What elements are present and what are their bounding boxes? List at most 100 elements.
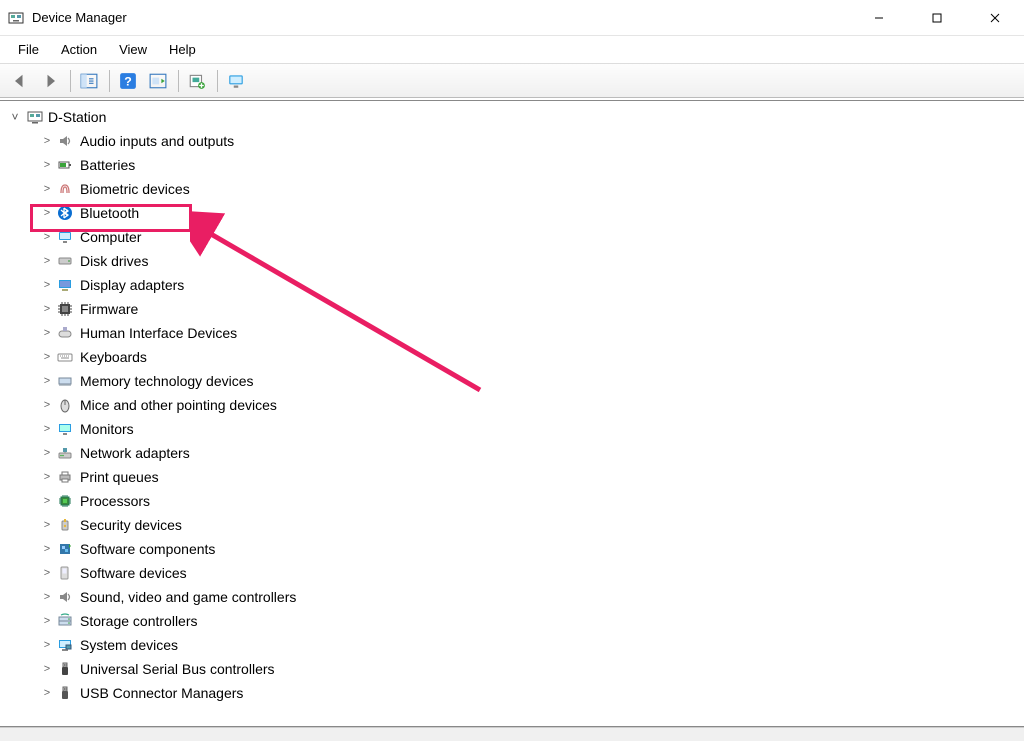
collapse-icon[interactable]: ˅ [8,105,22,129]
tree-category[interactable]: > Monitors [32,417,1024,441]
expand-icon[interactable]: > [40,561,54,585]
expand-icon[interactable]: > [40,609,54,633]
network-icon [56,444,74,462]
tree-category[interactable]: > System devices [32,633,1024,657]
tree-category[interactable]: >Audio inputs and outputs [32,129,1024,153]
bluetooth-icon [56,204,74,222]
tree-category[interactable]: >Universal Serial Bus controllers [32,657,1024,681]
expand-icon[interactable]: > [40,681,54,705]
tree-category[interactable]: >Bluetooth [32,201,1024,225]
tree-category[interactable]: > Biometric devices [32,177,1024,201]
tree-category-label: Print queues [80,465,159,489]
tree-category-label: Sound, video and game controllers [80,585,296,609]
tree-root-label: D-Station [48,105,106,129]
tree-category[interactable]: > Mice and other pointing devices [32,393,1024,417]
action-button[interactable] [144,68,172,94]
tree-category[interactable]: >Processors [32,489,1024,513]
tree-category-label: Keyboards [80,345,147,369]
keyboard-icon [56,348,74,366]
tree-category[interactable]: >Batteries [32,153,1024,177]
expand-icon[interactable]: > [40,225,54,249]
toolbar-separator [217,70,218,92]
tree-category-label: Biometric devices [80,177,190,201]
expand-icon[interactable]: > [40,297,54,321]
computer-root-icon [26,108,44,126]
tree-category[interactable]: >Memory technology devices [32,369,1024,393]
expand-icon[interactable]: > [40,129,54,153]
software-device-icon [56,564,74,582]
expand-icon[interactable]: > [40,249,54,273]
expand-icon[interactable]: > [40,633,54,657]
help-button[interactable]: ? [114,68,142,94]
expand-icon[interactable]: > [40,657,54,681]
scan-hardware-button[interactable] [183,68,211,94]
close-button[interactable] [966,0,1024,35]
device-tree-panel[interactable]: ˅ D-Station >Audio inputs and outputs>Ba… [0,100,1024,727]
computer-icon [56,228,74,246]
tree-category[interactable]: >Display adapters [32,273,1024,297]
display-adapter-icon [56,276,74,294]
minimize-button[interactable] [850,0,908,35]
expand-icon[interactable]: > [40,369,54,393]
security-icon [56,516,74,534]
tree-root[interactable]: ˅ D-Station [8,105,1024,129]
tree-category[interactable]: > Print queues [32,465,1024,489]
tree-category[interactable]: >Storage controllers [32,609,1024,633]
expand-icon[interactable]: > [40,321,54,345]
expand-icon[interactable]: > [40,345,54,369]
toolbar: ? [0,64,1024,98]
printer-icon [56,468,74,486]
expand-icon[interactable]: > [40,273,54,297]
tree-category[interactable]: > Keyboards [32,345,1024,369]
processor-icon [56,492,74,510]
tree-category[interactable]: > Firmware [32,297,1024,321]
tree-category-label: Security devices [80,513,182,537]
expand-icon[interactable]: > [40,489,54,513]
device-tree: ˅ D-Station >Audio inputs and outputs>Ba… [0,101,1024,709]
menu-file[interactable]: File [8,38,49,61]
expand-icon[interactable]: > [40,417,54,441]
maximize-button[interactable] [908,0,966,35]
expand-icon[interactable]: > [40,393,54,417]
sound-icon [56,588,74,606]
devices-and-printers-button[interactable] [222,68,250,94]
menu-help[interactable]: Help [159,38,206,61]
system-icon [56,636,74,654]
storage-icon [56,612,74,630]
tree-category-label: System devices [80,633,178,657]
tree-category[interactable]: > Computer [32,225,1024,249]
show-hide-console-tree-button[interactable] [75,68,103,94]
menu-bar: File Action View Help [0,36,1024,64]
svg-text:?: ? [124,74,132,88]
status-bar [0,727,1024,741]
expand-icon[interactable]: > [40,537,54,561]
mouse-icon [56,396,74,414]
monitor-icon [56,420,74,438]
expand-icon[interactable]: > [40,201,54,225]
tree-category[interactable]: >Disk drives [32,249,1024,273]
tree-category[interactable]: >Software components [32,537,1024,561]
disk-icon [56,252,74,270]
expand-icon[interactable]: > [40,585,54,609]
back-button[interactable] [6,68,34,94]
tree-category-label: Mice and other pointing devices [80,393,277,417]
forward-button[interactable] [36,68,64,94]
speaker-icon [56,132,74,150]
tree-category[interactable]: > Sound, video and game controllers [32,585,1024,609]
tree-category-label: Firmware [80,297,138,321]
expand-icon[interactable]: > [40,513,54,537]
tree-category[interactable]: >USB Connector Managers [32,681,1024,705]
expand-icon[interactable]: > [40,465,54,489]
expand-icon[interactable]: > [40,177,54,201]
tree-category[interactable]: >Human Interface Devices [32,321,1024,345]
tree-category[interactable]: >Software devices [32,561,1024,585]
menu-view[interactable]: View [109,38,157,61]
expand-icon[interactable]: > [40,441,54,465]
menu-action[interactable]: Action [51,38,107,61]
tree-category[interactable]: >Network adapters [32,441,1024,465]
tree-category-label: Computer [80,225,141,249]
tree-category-label: Monitors [80,417,134,441]
tree-category[interactable]: > Security devices [32,513,1024,537]
software-component-icon [56,540,74,558]
expand-icon[interactable]: > [40,153,54,177]
